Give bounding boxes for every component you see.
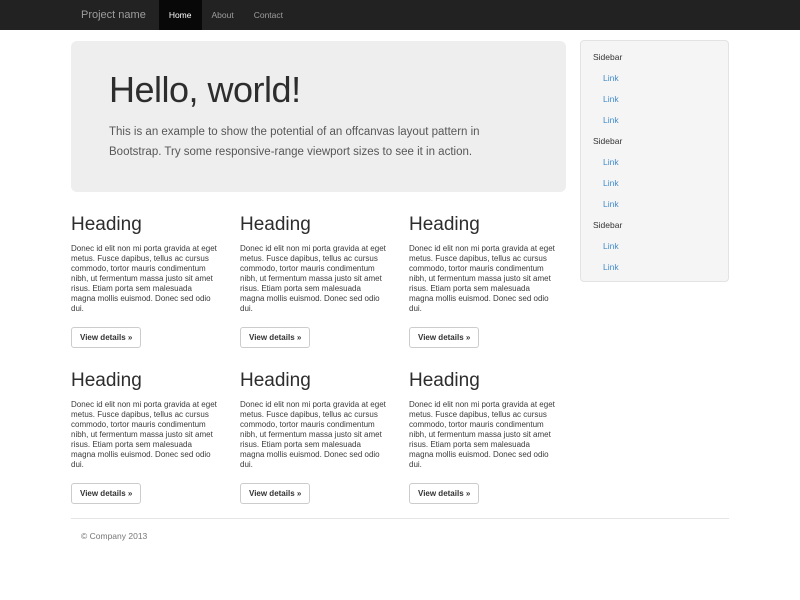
sidebar-panel: Sidebar Link Link Link Sidebar Link Link Link Si… (580, 40, 729, 282)
content-card: Heading Donec id elit non mi porta gravi… (71, 348, 228, 504)
navbar-inner: Project name HomeAboutContact (71, 0, 729, 30)
sidebar-link[interactable]: Link (603, 199, 716, 210)
view-details-button[interactable]: View details » (409, 327, 479, 348)
card-body-text: Donec id elit non mi porta gravida at eg… (409, 400, 555, 470)
view-details-button[interactable]: View details » (240, 327, 310, 348)
view-details-button[interactable]: View details » (71, 327, 141, 348)
sidebar-link[interactable]: Link (603, 178, 716, 189)
card-heading: Heading (240, 370, 397, 392)
view-details-button[interactable]: View details » (240, 483, 310, 504)
sidebar-link[interactable]: Link (603, 94, 716, 105)
card-body-text: Donec id elit non mi porta gravida at eg… (409, 244, 555, 314)
sidebar-link[interactable]: Link (603, 241, 716, 252)
navbar-nav: HomeAboutContact (159, 0, 293, 30)
page-container: Hello, world! This is an example to show… (71, 30, 729, 541)
sidebar-link[interactable]: Link (603, 115, 716, 126)
nav-item-home[interactable]: Home (159, 0, 202, 30)
card-body-text: Donec id elit non mi porta gravida at eg… (71, 400, 217, 470)
cards-row-2: Heading Donec id elit non mi porta gravi… (71, 348, 566, 504)
card-heading: Heading (409, 370, 566, 392)
card-heading: Heading (71, 214, 228, 236)
card-body-text: Donec id elit non mi porta gravida at eg… (71, 244, 217, 314)
content-card: Heading Donec id elit non mi porta gravi… (240, 192, 397, 348)
sidebar-link[interactable]: Link (603, 262, 716, 273)
sidebar-group-label: Sidebar (593, 52, 716, 63)
content-card: Heading Donec id elit non mi porta gravi… (71, 192, 228, 348)
card-body-text: Donec id elit non mi porta gravida at eg… (240, 400, 386, 470)
nav-item-contact[interactable]: Contact (244, 0, 293, 30)
content-card: Heading Donec id elit non mi porta gravi… (409, 192, 566, 348)
content-card: Heading Donec id elit non mi porta gravi… (409, 348, 566, 504)
top-navbar: Project name HomeAboutContact (0, 0, 800, 30)
view-details-button[interactable]: View details » (409, 483, 479, 504)
card-heading: Heading (71, 370, 228, 392)
view-details-button[interactable]: View details » (71, 483, 141, 504)
content-card: Heading Donec id elit non mi porta gravi… (240, 348, 397, 504)
jumbotron-title: Hello, world! (109, 71, 528, 109)
sidebar-link[interactable]: Link (603, 157, 716, 168)
card-heading: Heading (240, 214, 397, 236)
jumbotron: Hello, world! This is an example to show… (71, 41, 566, 192)
copyright-text: © Company 2013 (81, 531, 147, 541)
navbar-brand[interactable]: Project name (71, 0, 156, 30)
card-body-text: Donec id elit non mi porta gravida at eg… (240, 244, 386, 314)
cards-row-1: Heading Donec id elit non mi porta gravi… (71, 192, 566, 348)
sidebar-group-label: Sidebar (593, 136, 716, 147)
content-row: Hello, world! This is an example to show… (71, 30, 729, 504)
jumbotron-text: This is an example to show the potential… (109, 122, 509, 162)
footer: © Company 2013 (71, 519, 729, 541)
sidebar-group-label: Sidebar (593, 220, 716, 231)
main-column: Hello, world! This is an example to show… (71, 30, 566, 504)
nav-item-about[interactable]: About (202, 0, 244, 30)
sidebar-link[interactable]: Link (603, 73, 716, 84)
card-heading: Heading (409, 214, 566, 236)
